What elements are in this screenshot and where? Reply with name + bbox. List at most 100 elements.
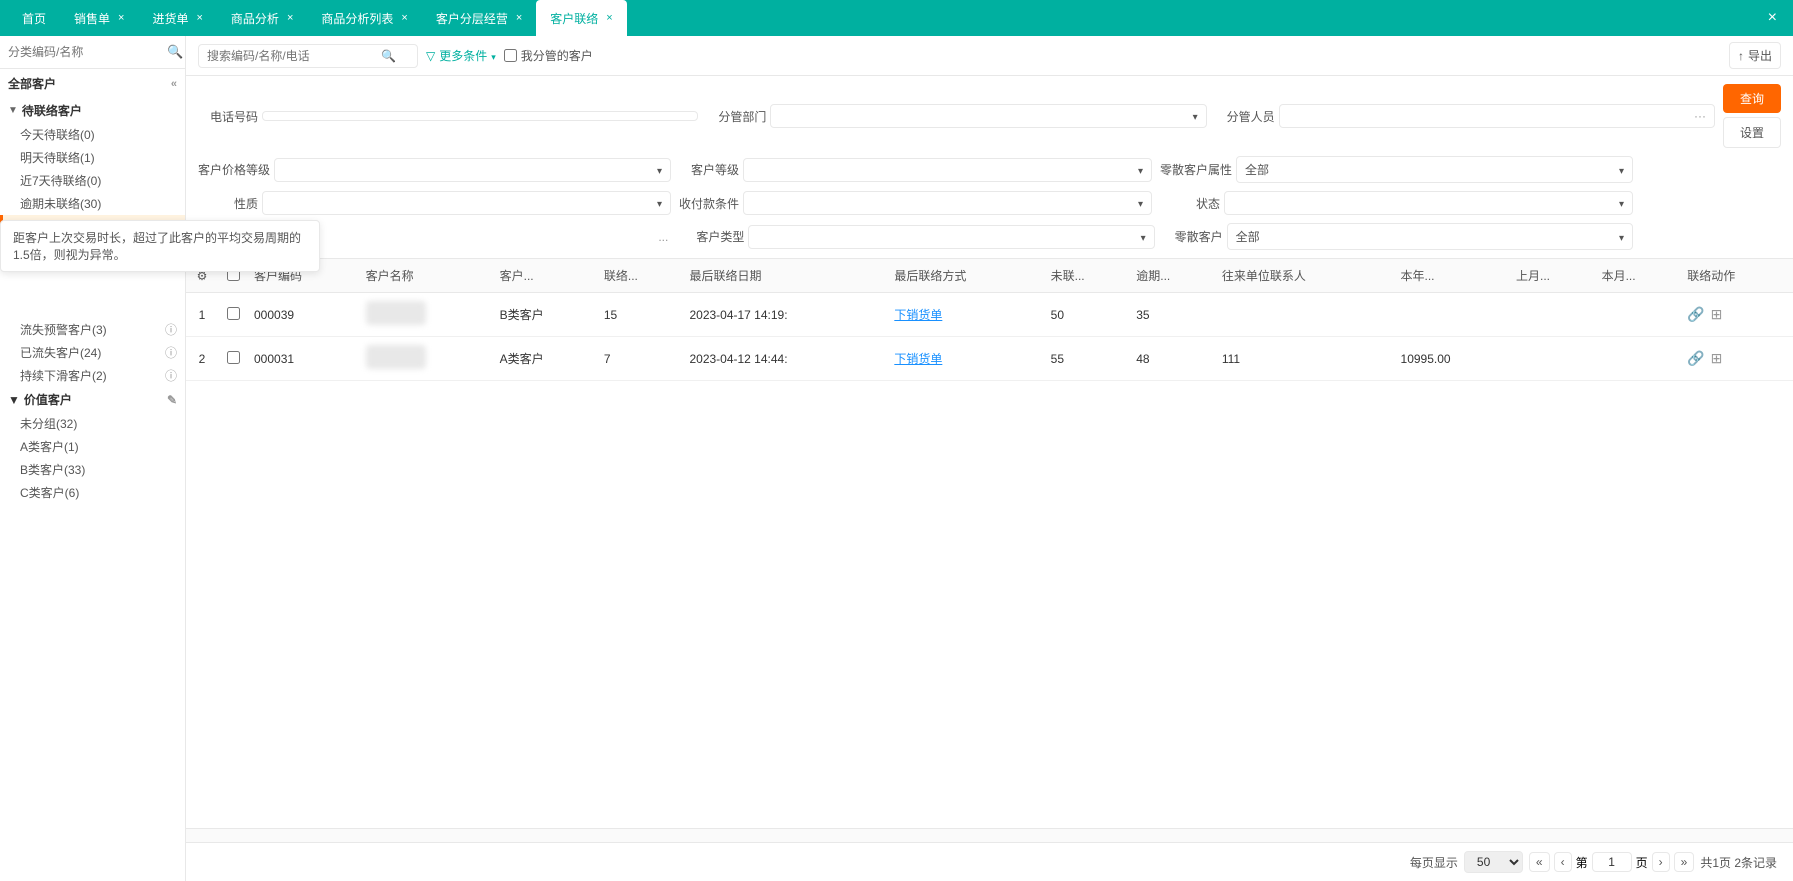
last-page-btn[interactable]: » (1674, 852, 1695, 872)
sidebar-item-class-c[interactable]: C类客户(6) (0, 481, 185, 504)
sidebar-item-class-b[interactable]: B类客户(33) (0, 458, 185, 481)
nav-home[interactable]: 首页 (8, 0, 60, 36)
total-label: 共1页 2条记录 (1700, 854, 1777, 871)
last-method-link[interactable]: 下销货单 (894, 308, 942, 322)
filter-dept: 分管部门 (706, 104, 1206, 128)
sidebar-item-ungroup[interactable]: 未分组(32) (0, 412, 185, 435)
all-customers-label: 全部客户 (8, 75, 56, 92)
sidebar-search-icon[interactable]: 🔍 (167, 44, 183, 60)
nav-purchase[interactable]: 进货单 × (138, 0, 216, 36)
sidebar-item-overdue[interactable]: 逾期未联络(30) (0, 192, 185, 215)
my-customers-checkbox[interactable]: 我分管的客户 (504, 47, 593, 64)
cell-contact: 7 (598, 337, 684, 381)
action-link-icon[interactable]: 🔗 (1687, 306, 1704, 323)
status-select[interactable] (1224, 191, 1633, 215)
page-number-input[interactable] (1592, 852, 1632, 872)
sidebar-item-lost[interactable]: 已流失客户(24) ⓘ (0, 341, 185, 364)
page-end-label: 页 (1636, 854, 1648, 871)
cell-type: B类客户 (494, 293, 598, 337)
retail-customer-select[interactable]: 全部 (1227, 223, 1633, 250)
last-method-link[interactable]: 下销货单 (894, 352, 942, 366)
th-last-method: 最后联络方式 (888, 259, 1044, 293)
table-row: 2 000031 A类客户 7 2023-04-12 14:44: 下销货单 5… (186, 337, 1793, 381)
phone-input[interactable] (262, 111, 698, 121)
query-button[interactable]: 查询 (1723, 84, 1781, 113)
nav-customer-contact[interactable]: 客户联络 × (536, 0, 626, 36)
sidebar-item-today[interactable]: 今天待联络(0) (0, 123, 185, 146)
filter-row-4: ... 客户类型 零散客户 全部 (198, 223, 1781, 250)
price-edit-icon[interactable]: ✎ (167, 393, 177, 407)
close-product-list-tab[interactable]: × (401, 12, 407, 24)
export-button[interactable]: ↑ 导出 (1729, 42, 1781, 69)
scroll-inner (186, 829, 1793, 830)
my-customers-check[interactable] (504, 49, 517, 62)
th-unread: 未联... (1045, 259, 1131, 293)
cell-last-method: 下销货单 (888, 337, 1044, 381)
sidebar-group-pending[interactable]: ▼ 待联络客户 (0, 98, 185, 123)
close-product-analysis-tab[interactable]: × (287, 12, 293, 24)
prev-page-btn[interactable]: ‹ (1554, 852, 1572, 872)
info-icon-declining: ⓘ (165, 367, 177, 384)
customer-type-label: 客户类型 (684, 228, 744, 245)
cell-action: 🔗 ⊞ (1681, 337, 1793, 381)
close-purchase-tab[interactable]: × (196, 12, 202, 24)
retail-attr-select[interactable]: 全部 (1236, 156, 1633, 183)
first-page-btn[interactable]: « (1529, 852, 1550, 872)
sidebar-search-bar: 🔍 (0, 36, 185, 69)
sidebar-item-declining[interactable]: 持续下滑客户(2) ⓘ (0, 364, 185, 387)
filter-customer-level: 客户等级 (679, 158, 1152, 182)
row-checkbox-0[interactable] (227, 307, 240, 320)
nav-sales[interactable]: 销售单 × (60, 0, 138, 36)
collapse-icon[interactable]: « (171, 78, 177, 90)
price-chevron: ▼ (8, 393, 20, 407)
payment-select[interactable] (743, 191, 1152, 215)
sidebar-item-lost-warning[interactable]: 流失预警客户(3) ⓘ (0, 318, 185, 341)
retail-attr-label: 零散客户属性 (1160, 161, 1232, 178)
action-grid-icon[interactable]: ⊞ (1711, 306, 1723, 323)
filter-row-3: 性质 收付款条件 状态 (198, 191, 1781, 215)
main-search-box: 🔍 (198, 44, 418, 68)
cell-code: 000039 (248, 293, 360, 337)
close-customer-contact-tab[interactable]: × (606, 12, 612, 24)
th-type: 客户... (494, 259, 598, 293)
row-checkbox-1[interactable] (227, 351, 240, 364)
action-grid-icon[interactable]: ⊞ (1711, 350, 1723, 367)
sidebar-all-customers[interactable]: 全部客户 « (0, 69, 185, 98)
nav-product-list[interactable]: 商品分析列表 × (307, 0, 421, 36)
cell-action: 🔗 ⊞ (1681, 293, 1793, 337)
action-link-icon[interactable]: 🔗 (1687, 350, 1704, 367)
nav-customer-layer[interactable]: 客户分层经营 × (422, 0, 536, 36)
filter-customer-type: 客户类型 (684, 225, 1154, 249)
price-level-label: 客户价格等级 (198, 161, 270, 178)
sidebar-item-class-a[interactable]: A类客户(1) (0, 435, 185, 458)
table-row: 1 000039 B类客户 15 2023-04-17 14:19: 下销货单 … (186, 293, 1793, 337)
setting-button[interactable]: 设置 (1723, 117, 1781, 148)
horizontal-scrollbar[interactable] (186, 828, 1793, 842)
sidebar-search-input[interactable] (8, 45, 163, 59)
sidebar-price-group[interactable]: ▼ 价值客户 ✎ (0, 387, 185, 412)
tooltip-box: 距客户上次交易时长，超过了此客户的平均交易周期的1.5倍，则视为异常。 (0, 220, 186, 272)
sidebar-item-tomorrow[interactable]: 明天待联络(1) (0, 146, 185, 169)
nav-product-analysis[interactable]: 商品分析 × (217, 0, 307, 36)
close-customer-layer-tab[interactable]: × (516, 12, 522, 24)
next-page-btn[interactable]: › (1652, 852, 1670, 872)
filter-price-level: 客户价格等级 (198, 158, 671, 182)
manager-input[interactable]: ··· (1279, 104, 1715, 128)
sidebar-item-7days[interactable]: 近7天待联络(0) (0, 169, 185, 192)
close-sales-tab[interactable]: × (118, 12, 124, 24)
main-search-icon[interactable]: 🔍 (381, 49, 396, 63)
nature-select[interactable] (262, 191, 671, 215)
more-conditions-btn[interactable]: ▽ 更多条件 (426, 47, 496, 64)
main-search-input[interactable] (207, 49, 377, 63)
filter-row-2: 客户价格等级 客户等级 零散客户属性 全部 (198, 156, 1781, 183)
customer-type-select[interactable] (748, 225, 1154, 249)
main-layout: 🔍 全部客户 « ▼ 待联络客户 今天待联络(0) 明天待联络(1) 近7天待联… (0, 36, 1793, 881)
per-page-select[interactable]: 50 100 200 (1464, 851, 1523, 873)
price-level-select[interactable] (274, 158, 671, 182)
customer-level-select[interactable] (743, 158, 1152, 182)
cell-code: 000031 (248, 337, 360, 381)
window-close-button[interactable]: × (1760, 9, 1785, 27)
page-navigation: « ‹ 第 页 › » (1529, 852, 1694, 872)
cell-last-month (1510, 293, 1596, 337)
dept-select[interactable] (770, 104, 1206, 128)
